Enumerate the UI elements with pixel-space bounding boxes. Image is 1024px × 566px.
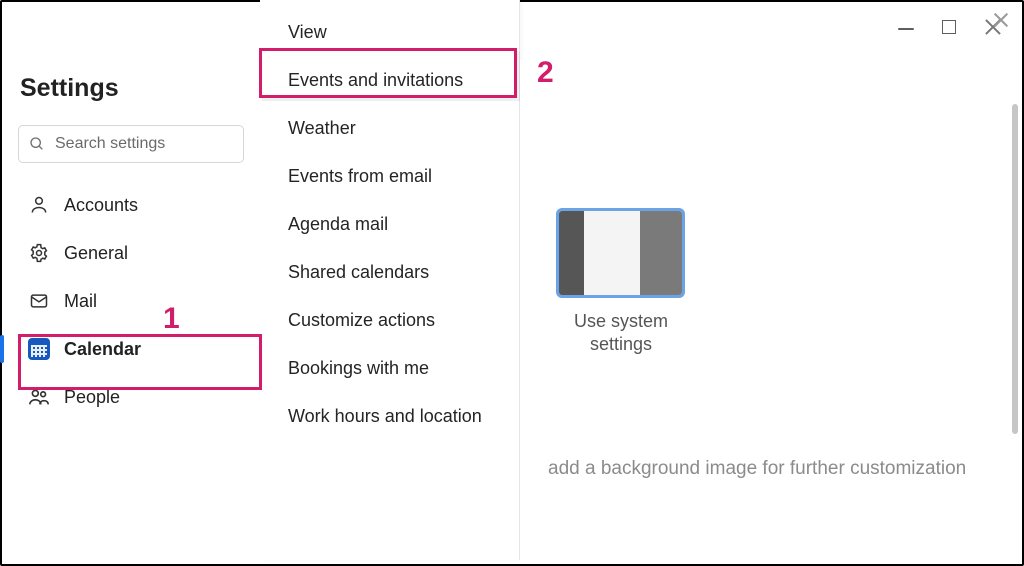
theme-option-system[interactable] bbox=[556, 208, 685, 298]
annotation-number-2: 2 bbox=[537, 56, 554, 90]
nav-label: General bbox=[64, 243, 128, 264]
sidebar-item-accounts[interactable]: Accounts bbox=[18, 181, 244, 229]
maximize-button[interactable] bbox=[942, 20, 956, 34]
nav-label: Accounts bbox=[64, 195, 138, 216]
option-bookings-with-me[interactable]: Bookings with me bbox=[260, 344, 519, 392]
option-agenda-mail[interactable]: Agenda mail bbox=[260, 200, 519, 248]
option-customize-actions[interactable]: Customize actions bbox=[260, 296, 519, 344]
theme-option-label: Use system settings bbox=[566, 310, 676, 355]
minimize-button[interactable] bbox=[898, 28, 914, 30]
sidebar-item-general[interactable]: General bbox=[18, 229, 244, 277]
annotation-number-1: 1 bbox=[163, 302, 180, 336]
option-label: Events from email bbox=[288, 166, 432, 187]
option-label: Bookings with me bbox=[288, 358, 429, 379]
scrollbar[interactable] bbox=[1012, 104, 1018, 434]
mail-icon bbox=[28, 290, 50, 312]
option-work-hours-location[interactable]: Work hours and location bbox=[260, 392, 519, 440]
annotation-box-2 bbox=[259, 48, 517, 98]
background-hint-text: add a background image for further custo… bbox=[548, 458, 966, 480]
option-label: View bbox=[288, 22, 327, 43]
active-indicator bbox=[0, 335, 4, 363]
option-label: Customize actions bbox=[288, 310, 435, 331]
search-settings-input[interactable] bbox=[18, 125, 244, 163]
search-icon bbox=[29, 136, 45, 152]
option-weather[interactable]: Weather bbox=[260, 104, 519, 152]
sidebar-item-mail[interactable]: Mail bbox=[18, 277, 244, 325]
option-events-from-email[interactable]: Events from email bbox=[260, 152, 519, 200]
gear-icon bbox=[28, 242, 50, 264]
search-field[interactable] bbox=[53, 134, 233, 154]
settings-title: Settings bbox=[20, 74, 244, 103]
option-label: Weather bbox=[288, 118, 356, 139]
option-label: Shared calendars bbox=[288, 262, 429, 283]
option-label: Agenda mail bbox=[288, 214, 388, 235]
option-label: Work hours and location bbox=[288, 406, 482, 427]
option-shared-calendars[interactable]: Shared calendars bbox=[260, 248, 519, 296]
person-icon bbox=[28, 194, 50, 216]
nav-label: Mail bbox=[64, 291, 97, 312]
annotation-box-1 bbox=[18, 334, 262, 390]
settings-content-pane: Use system settings add a background ima… bbox=[520, 60, 1020, 562]
close-panel-button[interactable] bbox=[993, 12, 1009, 28]
